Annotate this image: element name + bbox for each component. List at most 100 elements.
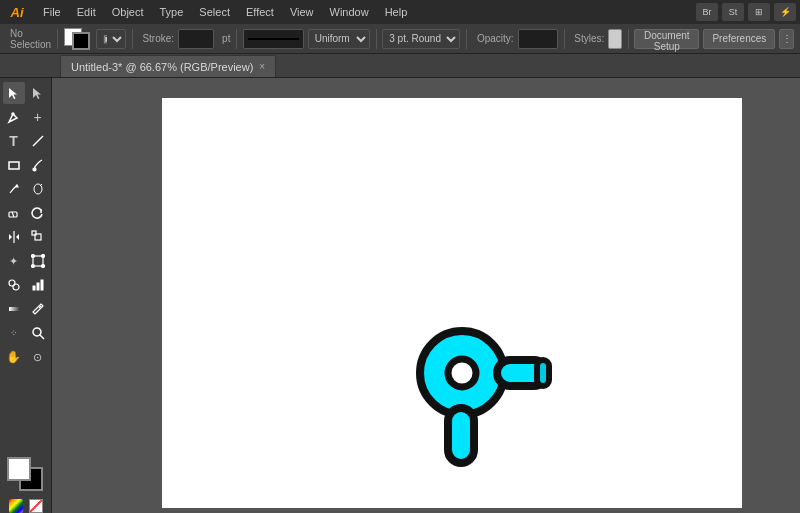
canvas-area[interactable]	[52, 78, 800, 513]
eraser-tool[interactable]	[3, 202, 25, 224]
tool-row-4	[3, 154, 49, 176]
document-tab[interactable]: Untitled-3* @ 66.67% (RGB/Preview) ×	[60, 55, 276, 77]
line-segment-tool[interactable]	[27, 130, 49, 152]
divider-1	[57, 29, 58, 49]
tab-title: Untitled-3* @ 66.67% (RGB/Preview)	[71, 61, 253, 73]
left-toolbar: + T	[0, 78, 52, 513]
document-setup-button[interactable]: Document Setup	[634, 29, 699, 49]
brush-select[interactable]: 3 pt. Round	[382, 29, 460, 49]
tool-row-3: T	[3, 130, 49, 152]
zoom-tool[interactable]	[27, 322, 49, 344]
svg-marker-11	[16, 234, 19, 240]
more-options-button[interactable]: ⋮	[779, 29, 794, 49]
svg-rect-13	[32, 231, 36, 235]
tool-row-1	[3, 82, 49, 104]
styles-swatch[interactable]	[608, 29, 621, 49]
stroke-unit-label: pt	[222, 33, 230, 44]
tab-bar: Untitled-3* @ 66.67% (RGB/Preview) ×	[0, 54, 800, 78]
svg-rect-4	[9, 162, 19, 169]
rotate-tool[interactable]	[27, 202, 49, 224]
fill-stroke-swatches	[7, 457, 45, 495]
menu-edit[interactable]: Edit	[70, 4, 103, 20]
gradient-tool[interactable]	[3, 298, 25, 320]
chart-tool[interactable]	[27, 274, 49, 296]
menu-file[interactable]: File	[36, 4, 68, 20]
tool-row-6	[3, 202, 49, 224]
bridge-icon[interactable]: Br	[696, 3, 718, 21]
svg-line-8	[12, 212, 14, 217]
svg-point-15	[31, 255, 34, 258]
tool-row-2: +	[3, 106, 49, 128]
none-icon[interactable]	[29, 499, 43, 513]
fill-color-box[interactable]	[7, 457, 31, 481]
pencil-tool[interactable]	[3, 178, 25, 200]
svg-rect-22	[37, 283, 39, 290]
menu-view[interactable]: View	[283, 4, 321, 20]
menu-bar: Ai File Edit Object Type Select Effect V…	[0, 0, 800, 24]
divider-6	[564, 29, 565, 49]
main-area: + T	[0, 78, 800, 513]
stroke-swatch-toolbar[interactable]	[72, 32, 90, 50]
selection-tool[interactable]	[3, 82, 25, 104]
zoom2-tool[interactable]: ⊙	[27, 346, 49, 368]
tool-row-9	[3, 274, 49, 296]
tab-close-button[interactable]: ×	[259, 61, 265, 72]
menu-object[interactable]: Object	[105, 4, 151, 20]
svg-rect-23	[41, 280, 43, 290]
scale-tool[interactable]	[27, 226, 49, 248]
tool-row-7	[3, 226, 49, 248]
rectangle-tool[interactable]	[3, 154, 25, 176]
hand-tool[interactable]: ✋	[3, 346, 25, 368]
svg-point-17	[31, 265, 34, 268]
menu-select[interactable]: Select	[192, 4, 237, 20]
opacity-input[interactable]: 100%	[518, 29, 558, 49]
menu-window[interactable]: Window	[323, 4, 376, 20]
eyedropper-tool[interactable]	[27, 298, 49, 320]
tool-row-10	[3, 298, 49, 320]
paintbrush-tool[interactable]	[27, 154, 49, 176]
search-icon[interactable]: ⚡	[774, 3, 796, 21]
direct-selection-tool[interactable]	[27, 82, 49, 104]
svg-rect-32	[448, 408, 474, 463]
shape-builder-tool[interactable]	[3, 274, 25, 296]
puppet-warp-tool[interactable]: ✦	[3, 250, 25, 272]
svg-rect-14	[33, 256, 43, 266]
type-tool[interactable]: T	[3, 130, 25, 152]
svg-line-3	[33, 136, 43, 146]
tool-row-12: ✋ ⊙	[3, 346, 49, 368]
stroke-value-input[interactable]: 10	[178, 29, 214, 49]
color-gradient-icon[interactable]	[9, 499, 23, 513]
color-area	[0, 457, 52, 513]
pen-tool[interactable]	[3, 106, 25, 128]
tool-row-8: ✦	[3, 250, 49, 272]
menu-help[interactable]: Help	[378, 4, 415, 20]
divider-3	[236, 29, 237, 49]
preferences-button[interactable]: Preferences	[703, 29, 775, 49]
styles-label: Styles:	[574, 33, 604, 44]
svg-point-5	[33, 168, 36, 171]
svg-line-27	[40, 335, 44, 339]
line-style-select[interactable]: Uniform	[308, 29, 370, 49]
fill-type-select[interactable]: ▣	[96, 29, 126, 49]
top-right-icons: Br St ⊞ ⚡	[696, 3, 796, 21]
reflect-tool[interactable]	[3, 226, 25, 248]
menu-effect[interactable]: Effect	[239, 4, 281, 20]
menu-type[interactable]: Type	[153, 4, 191, 20]
tool-row-5	[3, 178, 49, 200]
ai-logo-icon: Ai	[4, 0, 30, 24]
add-anchor-tool[interactable]: +	[27, 106, 49, 128]
stock-icon[interactable]: St	[722, 3, 744, 21]
workspace-icon[interactable]: ⊞	[748, 3, 770, 21]
free-transform-tool[interactable]	[27, 250, 49, 272]
divider-4	[376, 29, 377, 49]
svg-point-20	[13, 284, 19, 290]
divider-5	[466, 29, 467, 49]
blob-brush-tool[interactable]	[27, 178, 49, 200]
blend-tool[interactable]: ⁘	[3, 322, 25, 344]
artwork-hairdryer	[402, 318, 562, 480]
selection-label: No Selection	[10, 28, 51, 50]
svg-marker-0	[9, 88, 17, 99]
color-mode-row	[9, 499, 43, 513]
stroke-line-style[interactable]	[243, 29, 304, 49]
stroke-label: Stroke:	[142, 33, 174, 44]
